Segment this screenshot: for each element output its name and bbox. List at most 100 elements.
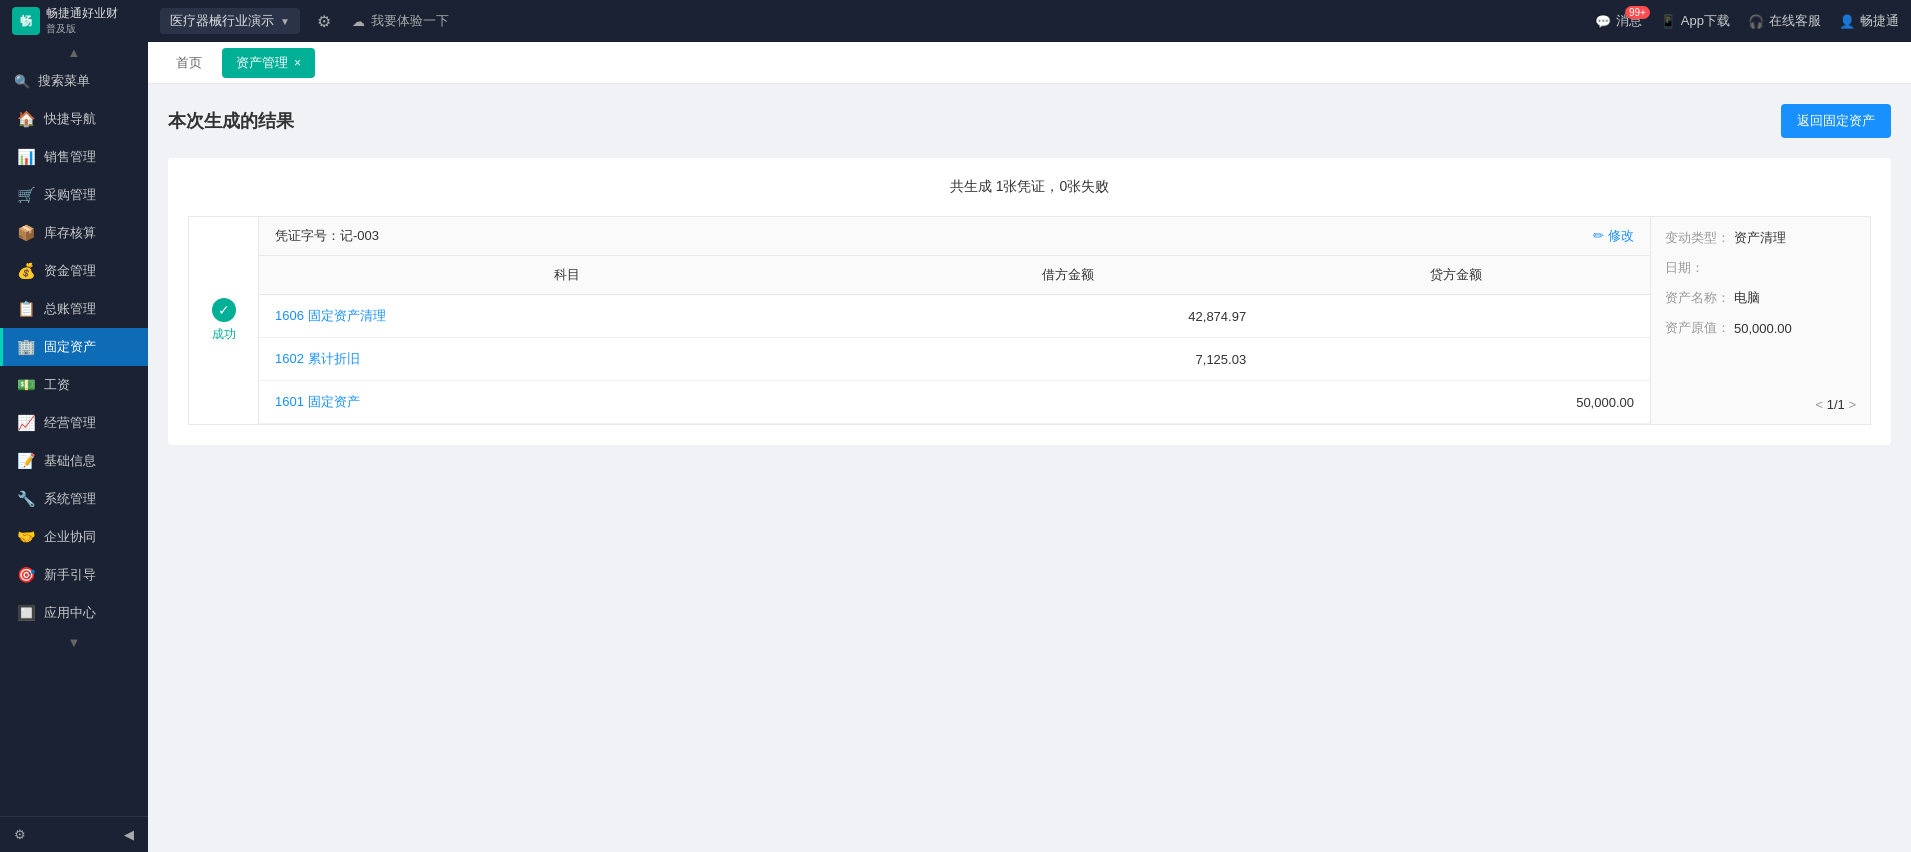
sidebar-scroll-up[interactable]: ▲: [0, 42, 148, 62]
sidebar-item-label: 资金管理: [44, 262, 96, 280]
sidebar-item-ledger[interactable]: 📋 总账管理: [0, 290, 148, 328]
col-subject: 科目: [259, 256, 874, 295]
asset-name-label: 资产名称：: [1665, 289, 1730, 307]
sidebar-item-label: 基础信息: [44, 452, 96, 470]
experience-label: 我要体验一下: [371, 12, 449, 30]
sidebar-item-operations[interactable]: 📈 经营管理: [0, 404, 148, 442]
sidebar-item-label: 固定资产: [44, 338, 96, 356]
operations-icon: 📈: [17, 414, 36, 432]
sidebar-item-label: 经营管理: [44, 414, 96, 432]
sidebar-settings-icon[interactable]: ⚙: [14, 827, 26, 842]
sidebar-item-label: 库存核算: [44, 224, 96, 242]
result-panel: 共生成 1张凭证，0张失败 ✓ 成功 凭证字号：记-003: [168, 158, 1891, 445]
company-name: 医疗器械行业演示: [170, 12, 274, 30]
prev-page-icon[interactable]: <: [1816, 397, 1824, 412]
tab-close-icon[interactable]: ×: [294, 56, 301, 70]
logo-text: 畅捷通好业财 普及版: [46, 6, 118, 36]
tab-home[interactable]: 首页: [164, 54, 214, 72]
logo-line2: 普及版: [46, 22, 118, 36]
chevron-down-icon: ▼: [280, 16, 290, 27]
top-header: 畅 畅捷通好业财 普及版 医疗器械行业演示 ▼ ⚙ ☁ 我要体验一下 💬 消息 …: [0, 0, 1911, 42]
table-row: 1601 固定资产 50,000.00: [259, 381, 1650, 424]
sales-icon: 📊: [17, 148, 36, 166]
tab-asset-management[interactable]: 资产管理 ×: [222, 48, 315, 78]
sidebar-item-fixed-assets[interactable]: 🏢 固定资产: [0, 328, 148, 366]
logo-area: 畅 畅捷通好业财 普及版: [12, 6, 160, 36]
row2-debit: 7,125.03: [874, 338, 1262, 381]
message-button[interactable]: 💬 消息 99: [1595, 12, 1642, 30]
sidebar-item-inventory[interactable]: 📦 库存核算: [0, 214, 148, 252]
sidebar-item-label: 总账管理: [44, 300, 96, 318]
online-service-button[interactable]: 🎧 在线客服: [1748, 12, 1821, 30]
sidebar-item-app-center[interactable]: 🔲 应用中心: [0, 594, 148, 632]
message-icon: 💬: [1595, 14, 1611, 29]
app-download-label: App下载: [1681, 12, 1730, 30]
sidebar: ▲ 🔍 搜索菜单 🏠 快捷导航 📊 销售管理 🛒 采购管理 📦 库存核算 💰 资…: [0, 42, 148, 852]
sidebar-collapse-icon[interactable]: ◀: [124, 827, 134, 842]
fixed-assets-icon: 🏢: [17, 338, 36, 356]
company-selector[interactable]: 医疗器械行业演示 ▼: [160, 8, 300, 34]
change-type-value: 资产清理: [1734, 229, 1786, 247]
home-icon: 🏠: [17, 110, 36, 128]
user-avatar-icon: 👤: [1839, 14, 1855, 29]
sidebar-item-label: 销售管理: [44, 148, 96, 166]
voucher-header-row: 凭证字号：记-003 ✏ 修改: [259, 217, 1650, 256]
message-badge: 99: [1625, 6, 1650, 19]
sidebar-item-system[interactable]: 🔧 系统管理: [0, 480, 148, 518]
page-content: 本次生成的结果 返回固定资产 共生成 1张凭证，0张失败 ✓ 成功: [148, 84, 1911, 852]
sidebar-item-guide[interactable]: 🎯 新手引导: [0, 556, 148, 594]
original-value-label: 资产原值：: [1665, 319, 1730, 337]
sidebar-bottom: ⚙ ◀: [0, 816, 148, 852]
sidebar-item-sales[interactable]: 📊 销售管理: [0, 138, 148, 176]
edit-button[interactable]: ✏ 修改: [1593, 227, 1634, 245]
user-menu[interactable]: 👤 畅捷通: [1839, 12, 1899, 30]
user-label: 畅捷通: [1860, 12, 1899, 30]
experience-button[interactable]: ☁ 我要体验一下: [352, 12, 449, 30]
voucher-number: 凭证字号：记-003: [275, 227, 379, 245]
row1-debit: 42,874.97: [874, 295, 1262, 338]
info-asset-name: 资产名称： 电脑: [1665, 289, 1856, 307]
guide-icon: 🎯: [17, 566, 36, 584]
sidebar-item-enterprise[interactable]: 🤝 企业协同: [0, 518, 148, 556]
settings-icon[interactable]: ⚙: [308, 5, 340, 37]
sidebar-item-label: 系统管理: [44, 490, 96, 508]
success-text: 成功: [212, 326, 236, 343]
sidebar-item-salary[interactable]: 💵 工资: [0, 366, 148, 404]
sidebar-item-quick-nav[interactable]: 🏠 快捷导航: [0, 100, 148, 138]
row3-credit: 50,000.00: [1262, 381, 1650, 424]
info-change-type: 变动类型： 资产清理: [1665, 229, 1856, 247]
next-page-icon[interactable]: >: [1848, 397, 1856, 412]
asset-name-value: 电脑: [1734, 289, 1760, 307]
logo-icon: 畅: [12, 7, 40, 35]
tab-label: 资产管理: [236, 54, 288, 72]
change-type-label: 变动类型：: [1665, 229, 1730, 247]
sidebar-item-basic-info[interactable]: 📝 基础信息: [0, 442, 148, 480]
sidebar-item-label: 应用中心: [44, 604, 96, 622]
content-area: 首页 资产管理 × 本次生成的结果 返回固定资产 共生成 1张凭证，0张失败: [148, 42, 1911, 852]
voucher-table-area: 凭证字号：记-003 ✏ 修改 科目 借方金额 贷方金额: [259, 217, 1650, 424]
voucher-table: 科目 借方金额 贷方金额 1606 固定资产清理 42,874.97: [259, 256, 1650, 424]
sidebar-item-purchase[interactable]: 🛒 采购管理: [0, 176, 148, 214]
sidebar-scroll-down[interactable]: ▼: [0, 632, 148, 652]
col-credit: 贷方金额: [1262, 256, 1650, 295]
sidebar-item-funds[interactable]: 💰 资金管理: [0, 252, 148, 290]
home-tab-label: 首页: [176, 55, 202, 70]
logo-line1: 畅捷通好业财: [46, 6, 118, 22]
tab-bar: 首页 资产管理 ×: [148, 42, 1911, 84]
date-label: 日期：: [1665, 259, 1704, 277]
online-service-label: 在线客服: [1769, 12, 1821, 30]
sidebar-search[interactable]: 🔍 搜索菜单: [0, 62, 148, 100]
table-row: 1602 累计折旧 7,125.03: [259, 338, 1650, 381]
download-icon: 📱: [1660, 14, 1676, 29]
page-header: 本次生成的结果 返回固定资产: [168, 104, 1891, 138]
sidebar-item-label: 采购管理: [44, 186, 96, 204]
info-date: 日期：: [1665, 259, 1856, 277]
original-value-value: 50,000.00: [1734, 321, 1792, 336]
salary-icon: 💵: [17, 376, 36, 394]
voucher-section: ✓ 成功 凭证字号：记-003 ✏ 修改: [188, 216, 1871, 425]
app-download-button[interactable]: 📱 App下载: [1660, 12, 1730, 30]
purchase-icon: 🛒: [17, 186, 36, 204]
return-button[interactable]: 返回固定资产: [1781, 104, 1891, 138]
table-row: 1606 固定资产清理 42,874.97: [259, 295, 1650, 338]
service-icon: 🎧: [1748, 14, 1764, 29]
